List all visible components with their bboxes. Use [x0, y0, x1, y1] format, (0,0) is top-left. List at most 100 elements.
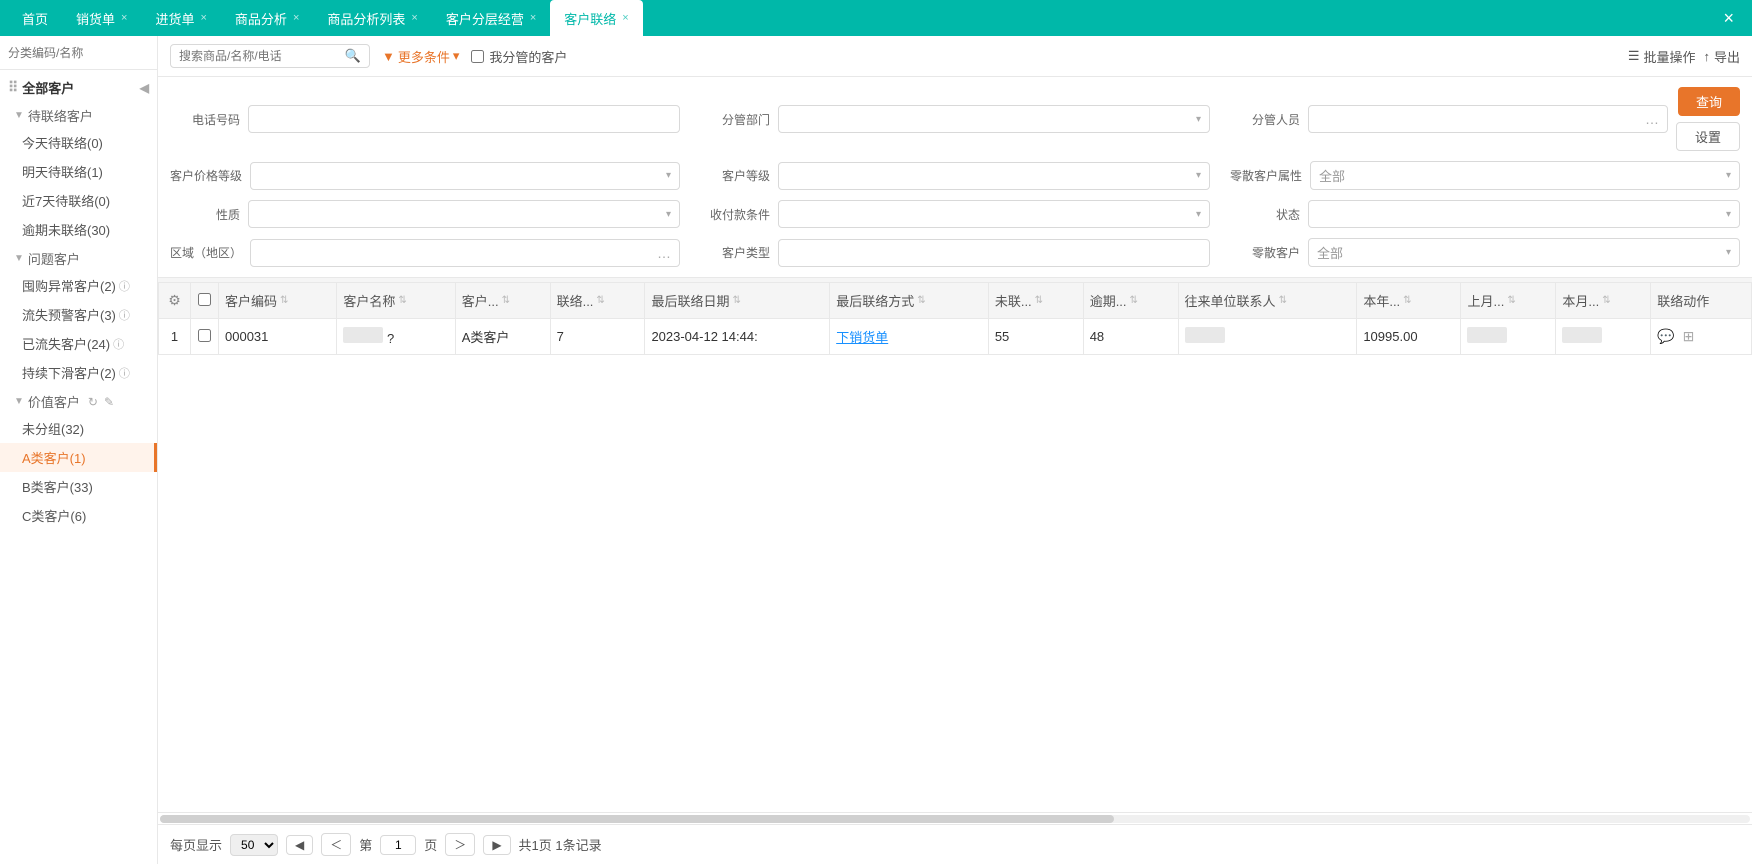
last-page-button[interactable]: ▶: [483, 835, 510, 855]
settings-button[interactable]: 设置: [1676, 122, 1740, 151]
th-last-date[interactable]: 最后联络日期⇅: [645, 283, 830, 319]
page-input[interactable]: [380, 835, 416, 855]
sidebar-item-lost[interactable]: 已流失客户(24) ⓘ: [0, 329, 157, 358]
nav-customer-segment[interactable]: 客户分层经营 ×: [432, 0, 550, 36]
per-page-select[interactable]: 50: [230, 834, 278, 856]
row-no-contact: 55: [988, 319, 1083, 355]
refresh-value-icon[interactable]: ↻: [88, 395, 98, 409]
th-code[interactable]: 客户编码⇅: [219, 283, 337, 319]
close-sales-order[interactable]: ×: [121, 12, 127, 24]
input-manager[interactable]: …: [1308, 105, 1668, 133]
nav-product-analysis-list[interactable]: 商品分析列表 ×: [313, 0, 431, 36]
th-gear[interactable]: ⚙: [159, 283, 191, 319]
nav-purchase-order[interactable]: 进货单 ×: [141, 0, 220, 36]
nav-sales-order[interactable]: 销货单 ×: [62, 0, 141, 36]
last-method-link[interactable]: 下销货单: [836, 330, 888, 345]
nav-home[interactable]: 首页: [8, 0, 62, 36]
th-name[interactable]: 客户名称⇅: [337, 283, 455, 319]
sidebar-item-declining[interactable]: 持续下滑客户(2) ⓘ: [0, 358, 157, 387]
sidebar-search-wrap: 🔍: [0, 36, 157, 70]
input-dept[interactable]: ▾: [778, 105, 1210, 133]
main-search-icon[interactable]: 🔍: [345, 48, 361, 64]
th-contact-count[interactable]: 联络...⇅: [550, 283, 645, 319]
all-customers-header[interactable]: ⠿ 全部客户 ◀: [0, 70, 157, 101]
table-row: 1 000031 ? A类客户 7 2023-04-12 14:44:: [159, 319, 1752, 355]
th-last-month[interactable]: 上月...⇅: [1461, 283, 1556, 319]
input-scatter[interactable]: 全部▾: [1308, 238, 1740, 267]
caret-scatter: ▾: [1726, 247, 1731, 258]
nav-product-analysis[interactable]: 商品分析 ×: [221, 0, 313, 36]
dots-manager[interactable]: …: [1645, 111, 1659, 127]
export-button[interactable]: ↑ 导出: [1703, 47, 1740, 66]
sidebar-item-overdue[interactable]: 逾期未联络(30): [0, 215, 157, 244]
label-dept: 分管部门: [700, 111, 770, 128]
close-customer-segment[interactable]: ×: [530, 12, 536, 24]
more-conditions-btn[interactable]: ▼ 更多条件 ▾: [382, 47, 459, 66]
close-product-analysis-list[interactable]: ×: [411, 12, 417, 24]
batch-op-button[interactable]: ☰ 批量操作: [1628, 47, 1696, 66]
input-status[interactable]: ▾: [1308, 200, 1740, 228]
my-customers-checkbox[interactable]: [471, 50, 484, 63]
sidebar-item-abnormal[interactable]: 囤购异常客户(2) ⓘ: [0, 271, 157, 300]
sort-name-icon: ⇅: [398, 295, 406, 306]
label-scatter: 零散客户: [1230, 244, 1300, 261]
th-overdue[interactable]: 逾期...⇅: [1083, 283, 1178, 319]
sidebar-item-unclassified[interactable]: 未分组(32): [0, 414, 157, 443]
sidebar-item-tomorrow[interactable]: 明天待联络(1): [0, 157, 157, 186]
sidebar-item-class-a[interactable]: A类客户(1): [0, 443, 157, 472]
th-contacts-person[interactable]: 往来单位联系人⇅: [1178, 283, 1357, 319]
input-nature[interactable]: ▾: [248, 200, 680, 228]
group-problem-customer[interactable]: ▼ 问题客户: [0, 244, 157, 271]
sort-date-icon: ⇅: [732, 295, 740, 306]
close-product-analysis[interactable]: ×: [293, 12, 299, 24]
nav-customer-contact[interactable]: 客户联络 ×: [550, 0, 642, 36]
qr-icon[interactable]: ⊞: [1683, 328, 1695, 345]
main-search-input[interactable]: [179, 49, 345, 63]
th-this-year[interactable]: 本年...⇅: [1357, 283, 1461, 319]
caret-scatter-prop: ▾: [1726, 170, 1731, 181]
query-button[interactable]: 查询: [1678, 87, 1740, 116]
prev-page-button[interactable]: ＜: [321, 833, 351, 856]
edit-value-icon[interactable]: ✎: [104, 395, 114, 409]
scrollbar-thumb[interactable]: [160, 815, 1114, 823]
group-pending-contact[interactable]: ▼ 待联络客户: [0, 101, 157, 128]
close-customer-contact[interactable]: ×: [622, 12, 628, 24]
sidebar-item-lostwarning[interactable]: 流失预警客户(3) ⓘ: [0, 300, 157, 329]
filter-actions: 查询 设置: [1676, 87, 1740, 151]
table-settings-icon[interactable]: ⚙: [168, 292, 181, 308]
first-page-button[interactable]: ◀: [286, 835, 313, 855]
scrollbar-track[interactable]: [160, 815, 1750, 823]
th-last-method[interactable]: 最后联络方式⇅: [830, 283, 989, 319]
action-icons: 💬 ⊞: [1657, 328, 1745, 345]
input-scatter-prop[interactable]: 全部▾: [1310, 161, 1740, 190]
comment-icon[interactable]: 💬: [1657, 328, 1674, 345]
input-customer-type[interactable]: [778, 239, 1210, 267]
th-no-contact[interactable]: 未联...⇅: [988, 283, 1083, 319]
dots-region[interactable]: …: [657, 245, 671, 261]
this-month-masked: [1562, 327, 1602, 343]
th-action: 联络动作: [1651, 283, 1752, 319]
next-page-button[interactable]: ＞: [445, 833, 475, 856]
sort-no-contact-icon: ⇅: [1035, 295, 1043, 306]
select-all-checkbox[interactable]: [198, 293, 211, 306]
sidebar-item-7days[interactable]: 近7天待联络(0): [0, 186, 157, 215]
input-region[interactable]: …: [250, 239, 680, 267]
sidebar-item-class-c[interactable]: C类客户(6): [0, 501, 157, 530]
filter-row-phone: 电话号码: [170, 87, 680, 151]
input-price-level[interactable]: ▾: [250, 162, 680, 190]
horizontal-scrollbar[interactable]: [158, 812, 1752, 824]
input-customer-level[interactable]: ▾: [778, 162, 1210, 190]
input-phone[interactable]: [248, 105, 680, 133]
th-this-month[interactable]: 本月...⇅: [1556, 283, 1651, 319]
input-payment[interactable]: ▾: [778, 200, 1210, 228]
th-type[interactable]: 客户...⇅: [455, 283, 550, 319]
row-select-checkbox[interactable]: [198, 329, 211, 342]
sidebar-item-class-b[interactable]: B类客户(33): [0, 472, 157, 501]
sidebar-search-input[interactable]: [8, 46, 158, 60]
caret-customer-level: ▾: [1196, 170, 1201, 181]
window-close-button[interactable]: ×: [1713, 8, 1744, 29]
collapse-sidebar-icon[interactable]: ◀: [140, 81, 149, 95]
close-purchase-order[interactable]: ×: [200, 12, 206, 24]
group-value-customer[interactable]: ▼ 价值客户 ↻ ✎: [0, 387, 157, 414]
sidebar-item-today[interactable]: 今天待联络(0): [0, 128, 157, 157]
